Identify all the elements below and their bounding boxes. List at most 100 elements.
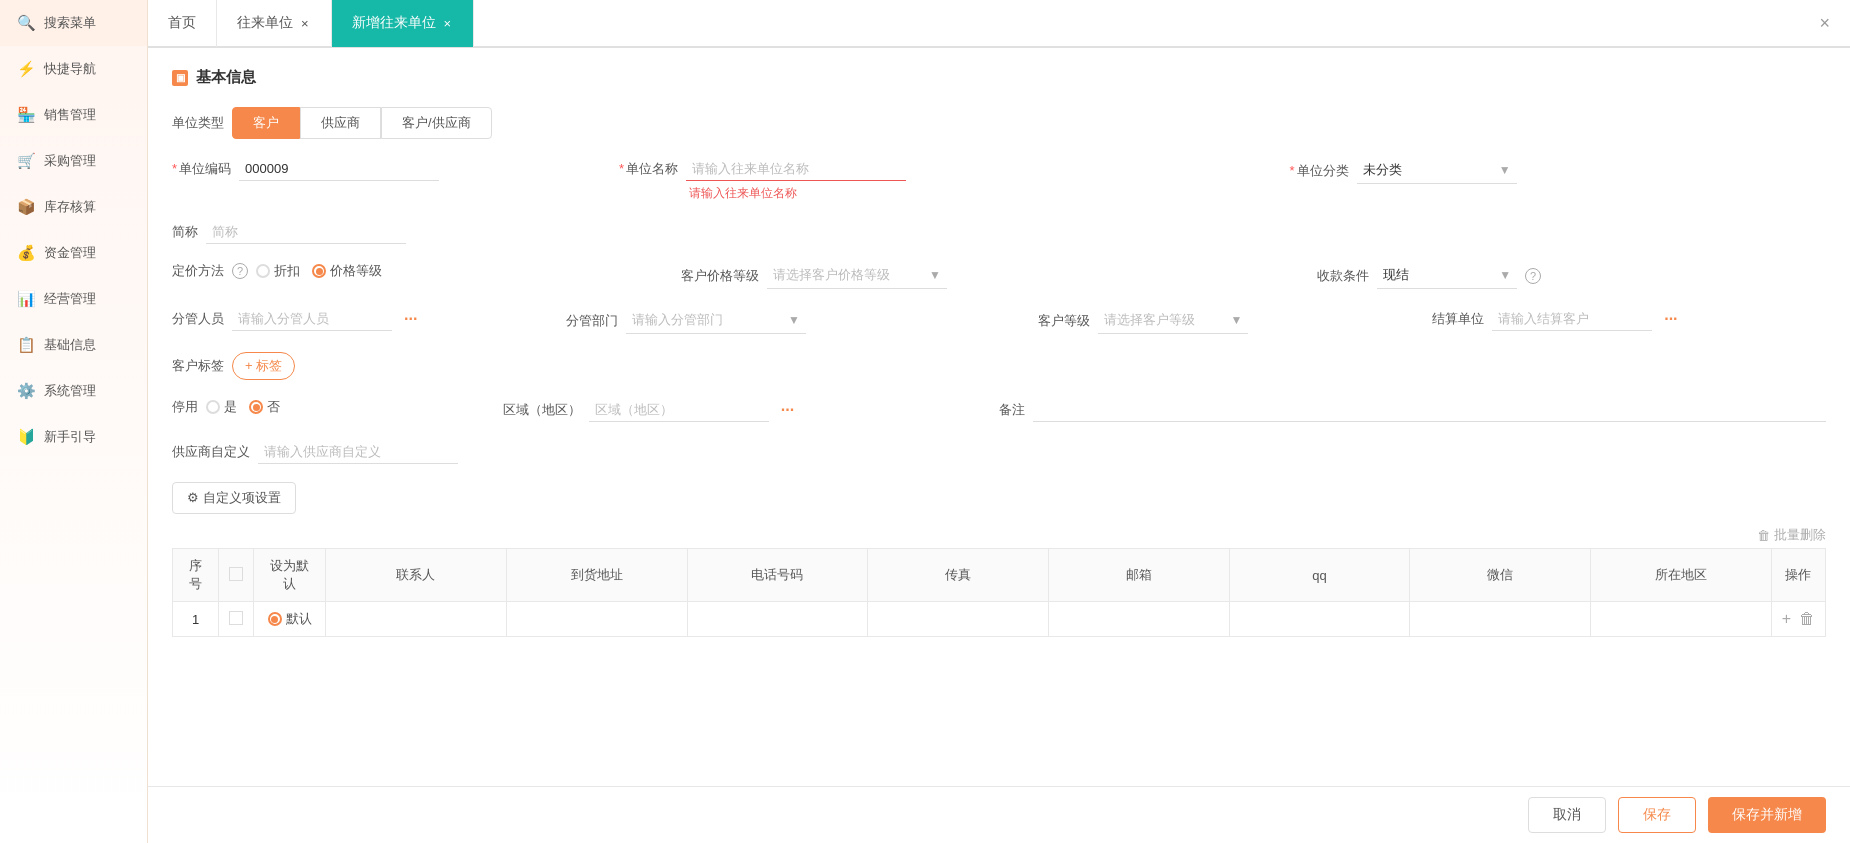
area-input[interactable] <box>1601 612 1761 627</box>
settlement-more-btn[interactable]: ··· <box>1660 310 1681 328</box>
supplier-custom-input[interactable] <box>258 440 458 464</box>
settlement-unit-input[interactable] <box>1492 307 1652 331</box>
wechat-input[interactable] <box>1420 612 1580 627</box>
row-contact[interactable] <box>326 602 507 637</box>
tab-new-partner[interactable]: 新增往来单位 × <box>332 0 475 47</box>
remark-input[interactable] <box>1033 398 1826 422</box>
settlement-unit-field: 结算单位 ··· <box>1432 307 1826 331</box>
payment-help-icon[interactable]: ? <box>1525 268 1541 284</box>
sidebar-item-guide[interactable]: 🔰 新手引导 <box>0 414 147 460</box>
remark-field: 备注 <box>999 398 1826 422</box>
tab-new-partner-close[interactable]: × <box>442 16 454 31</box>
sidebar-label-quick-nav: 快捷导航 <box>44 60 96 78</box>
sidebar-item-operations[interactable]: 📊 经营管理 <box>0 276 147 322</box>
short-name-label: 简称 <box>172 223 198 241</box>
manager-label: 分管人员 <box>172 310 224 328</box>
add-tag-button[interactable]: + 标签 <box>232 352 295 380</box>
payment-terms-select[interactable]: 现结 ▼ <box>1377 262 1517 289</box>
system-icon: ⚙️ <box>16 381 36 401</box>
department-value: 请输入分管部门 <box>632 311 784 329</box>
cancel-button[interactable]: 取消 <box>1528 797 1606 833</box>
radio-default[interactable]: 默认 <box>264 610 315 628</box>
th-area: 所在地区 <box>1590 549 1771 602</box>
sidebar-item-search[interactable]: 🔍 搜索菜单 <box>0 0 147 46</box>
batch-delete-button[interactable]: 🗑 批量删除 <box>1757 526 1826 544</box>
unit-name-error: 请输入往来单位名称 <box>689 185 797 202</box>
type-btn-both[interactable]: 客户/供应商 <box>381 107 492 139</box>
unit-code-input[interactable] <box>239 157 439 181</box>
row-area[interactable] <box>1590 602 1771 637</box>
row-address[interactable] <box>506 602 687 637</box>
type-btn-customer[interactable]: 客户 <box>232 107 300 139</box>
row-action-btns: + 🗑 <box>1782 610 1815 628</box>
save-and-new-button[interactable]: 保存并新增 <box>1708 797 1826 833</box>
disabled-label: 停用 <box>172 398 198 416</box>
customer-level-select[interactable]: 请选择客户等级 ▼ <box>1098 307 1248 334</box>
row-action: + 🗑 <box>1771 602 1825 637</box>
address-input[interactable] <box>517 612 677 627</box>
search-icon: 🔍 <box>16 13 36 33</box>
customer-price-level-select[interactable]: 请选择客户价格等级 ▼ <box>767 262 947 289</box>
custom-settings-button[interactable]: ⚙ 自定义项设置 <box>172 482 296 514</box>
sidebar-item-sales[interactable]: 🏪 销售管理 <box>0 92 147 138</box>
tab-home[interactable]: 首页 <box>148 0 217 47</box>
row-qq[interactable] <box>1229 602 1410 637</box>
tab-partners-close[interactable]: × <box>299 16 311 31</box>
unit-category-select[interactable]: 未分类 ▼ <box>1357 157 1517 184</box>
sidebar-label-search: 搜索菜单 <box>44 14 96 32</box>
sidebar-item-inventory[interactable]: 📦 库存核算 <box>0 184 147 230</box>
row-delete-btn[interactable]: 🗑 <box>1799 610 1815 628</box>
sidebar-item-quick-nav[interactable]: ⚡ 快捷导航 <box>0 46 147 92</box>
radio-default-label: 默认 <box>286 610 312 628</box>
unit-type-label: 单位类型 <box>172 114 224 132</box>
row-email[interactable] <box>1048 602 1229 637</box>
short-name-row: 简称 <box>172 220 1826 244</box>
short-name-input[interactable] <box>206 220 406 244</box>
row-wechat[interactable] <box>1410 602 1591 637</box>
main-area: 首页 往来单位 × 新增往来单位 × × ▣ 基本信息 单位类型 客户 供应商 … <box>148 0 1850 843</box>
select-all-checkbox[interactable] <box>229 567 243 581</box>
sidebar-item-finance[interactable]: 💰 资金管理 <box>0 230 147 276</box>
manager-row: 分管人员 ··· 分管部门 请输入分管部门 ▼ 客户等级 请选择客户等级 ▼ <box>172 307 1826 334</box>
sidebar-item-purchase[interactable]: 🛒 采购管理 <box>0 138 147 184</box>
region-input[interactable] <box>589 398 769 422</box>
row-select-checkbox[interactable] <box>229 611 243 625</box>
row-add-btn[interactable]: + <box>1782 610 1791 628</box>
manager-more-btn[interactable]: ··· <box>400 310 421 328</box>
pricing-help-icon[interactable]: ? <box>232 263 248 279</box>
delete-icon: 🗑 <box>1757 528 1770 543</box>
email-input[interactable] <box>1059 612 1219 627</box>
contact-input[interactable] <box>336 612 496 627</box>
settlement-unit-label: 结算单位 <box>1432 310 1484 328</box>
customer-price-level-field: 客户价格等级 请选择客户价格等级 ▼ <box>681 262 1317 289</box>
radio-discount[interactable]: 折扣 <box>256 262 300 280</box>
batch-delete-label: 批量删除 <box>1774 526 1826 544</box>
qq-input[interactable] <box>1240 612 1400 627</box>
sidebar-item-basic-info[interactable]: 📋 基础信息 <box>0 322 147 368</box>
radio-yes[interactable]: 是 <box>206 398 237 416</box>
radio-no[interactable]: 否 <box>249 398 280 416</box>
th-address: 到货地址 <box>506 549 687 602</box>
manager-input[interactable] <box>232 307 392 331</box>
th-fax: 传真 <box>868 549 1049 602</box>
phone-input[interactable] <box>698 612 858 627</box>
quick-nav-icon: ⚡ <box>16 59 36 79</box>
sidebar-label-sales: 销售管理 <box>44 106 96 124</box>
fax-input[interactable] <box>878 612 1038 627</box>
radio-price-level[interactable]: 价格等级 <box>312 262 382 280</box>
th-contact: 联系人 <box>326 549 507 602</box>
tab-partners[interactable]: 往来单位 × <box>217 0 332 47</box>
unit-name-input[interactable] <box>686 157 906 181</box>
type-btn-supplier[interactable]: 供应商 <box>300 107 381 139</box>
sidebar-item-system[interactable]: ⚙️ 系统管理 <box>0 368 147 414</box>
row-checkbox[interactable] <box>219 602 254 637</box>
save-button[interactable]: 保存 <box>1618 797 1696 833</box>
region-more-btn[interactable]: ··· <box>777 401 798 419</box>
window-close-button[interactable]: × <box>1799 13 1850 34</box>
remark-label: 备注 <box>999 401 1025 419</box>
department-select[interactable]: 请输入分管部门 ▼ <box>626 307 806 334</box>
row-phone[interactable] <box>687 602 868 637</box>
row-fax[interactable] <box>868 602 1049 637</box>
section-title-text: 基本信息 <box>196 68 256 87</box>
chevron-down-icon-3: ▼ <box>1499 268 1511 282</box>
